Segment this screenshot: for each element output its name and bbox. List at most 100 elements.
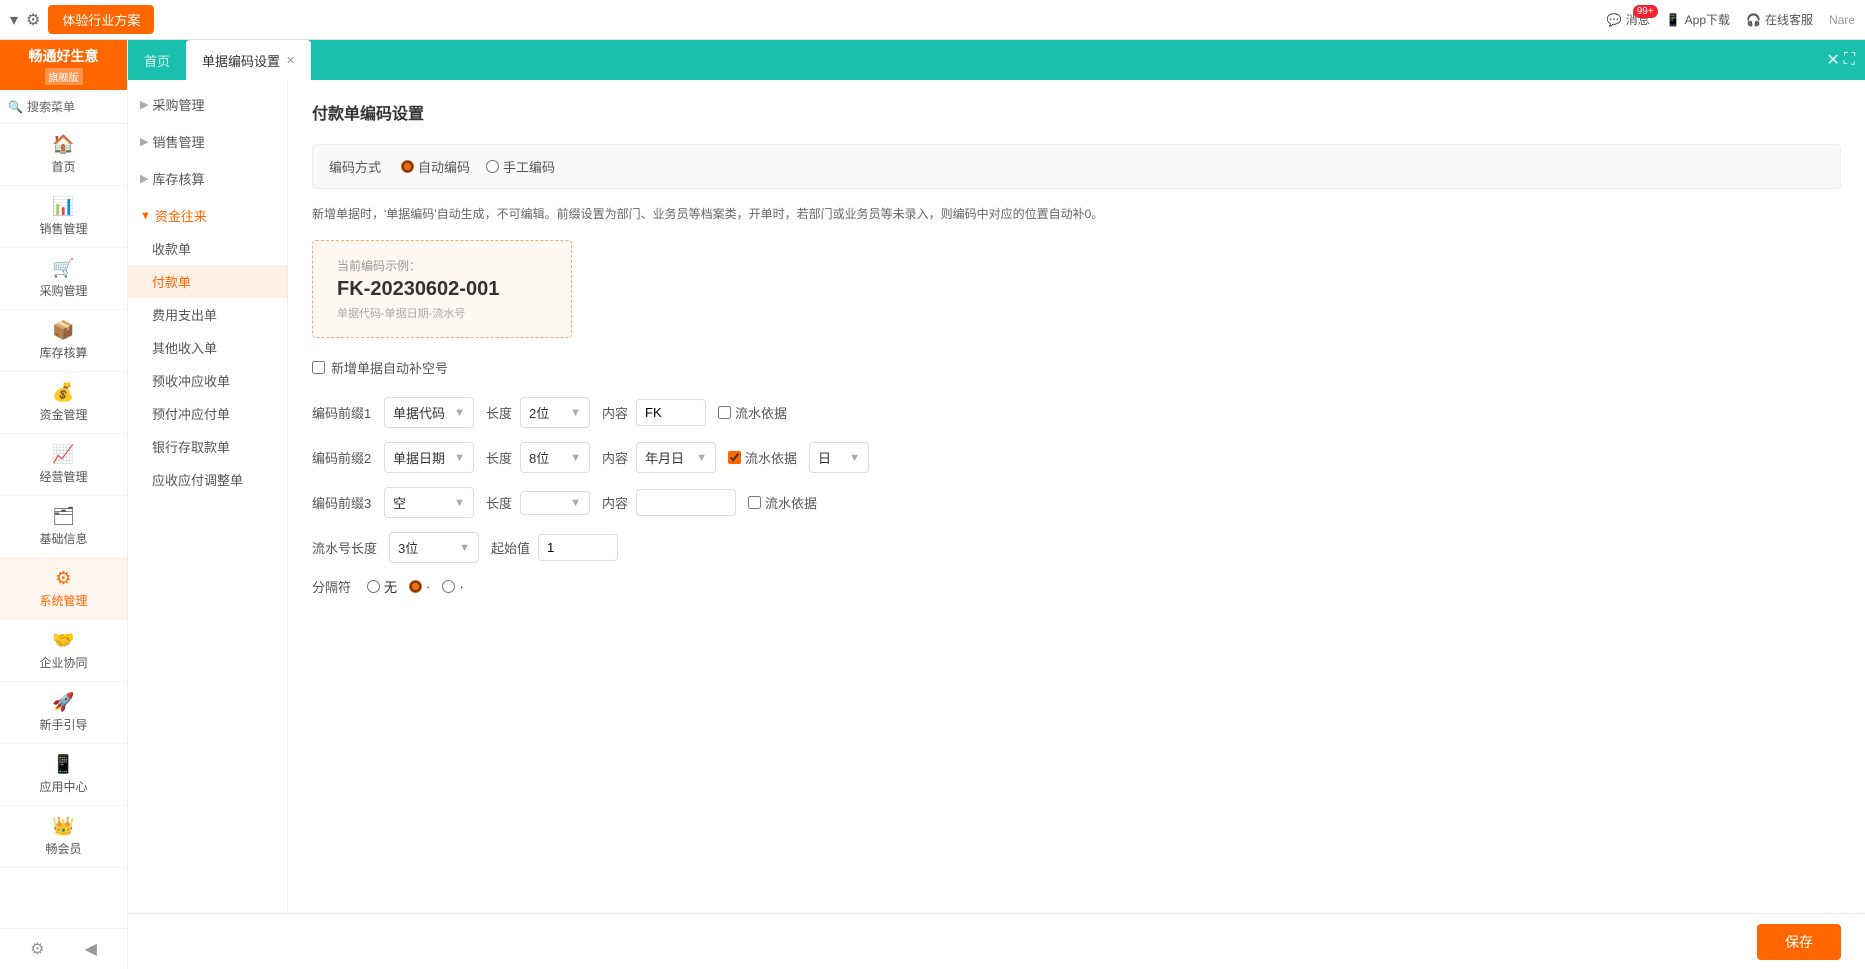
tab-home-label: 首页 <box>144 51 170 70</box>
sep-none-radio[interactable] <box>367 580 380 593</box>
sidebar-settings-btn[interactable]: ⚙ <box>30 939 44 959</box>
message-button[interactable]: 💬 消息 99+ <box>1607 11 1650 28</box>
trial-button[interactable]: 体验行业方案 <box>48 5 154 34</box>
serial-length-value: 3位 <box>398 538 418 557</box>
stream3-check-label[interactable]: 流水依据 <box>748 493 817 512</box>
content2-value: 年月日 <box>645 448 684 467</box>
sidebar-item-home-label: 首页 <box>51 158 75 175</box>
subnav-item-adjust[interactable]: 应收应付调整单 <box>128 463 287 496</box>
sidebar-item-finance[interactable]: 💰 资金管理 <box>0 372 127 434</box>
sep-dot-option[interactable]: · <box>409 579 430 594</box>
content1-label: 内容 <box>602 403 628 422</box>
prefix1-select[interactable]: 单据代码 ▼ <box>384 397 474 428</box>
sidebar-search[interactable]: 🔍 搜索菜单 <box>0 90 127 124</box>
content2-group: 内容 年月日 ▼ <box>602 442 716 473</box>
logo-main-text: 畅通好生意 <box>29 46 99 66</box>
tab-close-icon[interactable]: ✕ <box>286 54 295 67</box>
sidebar-item-newguide-label: 新手引导 <box>39 716 87 733</box>
sidebar-item-vip[interactable]: 👑 畅会员 <box>0 806 127 868</box>
subnav-item-prepay-recv[interactable]: 预收冲应收单 <box>128 364 287 397</box>
sidebar-collapse-btn[interactable]: ◀ <box>85 939 97 959</box>
subnav-group-purchase-title[interactable]: ▶ 采购管理 <box>128 88 287 121</box>
subnav-item-receipt[interactable]: 收款单 <box>128 232 287 265</box>
download-icon: 📱 <box>1666 13 1681 27</box>
subnav-item-bank[interactable]: 银行存取款单 <box>128 430 287 463</box>
prefix-row-1: 编码前缀1 单据代码 ▼ 长度 2位 ▼ 内容 <box>312 397 1841 428</box>
subnav-group-sales-label: 销售管理 <box>152 132 204 151</box>
start-value-input[interactable] <box>538 534 618 561</box>
tab-home[interactable]: 首页 <box>128 40 186 80</box>
newguide-icon: 🚀 <box>52 692 74 713</box>
sep-dot-radio[interactable] <box>409 580 422 593</box>
user-info[interactable]: Nare <box>1829 13 1855 27</box>
purchase-icon: 🛒 <box>52 258 74 279</box>
tab-encode-setting[interactable]: 单据编码设置 ✕ <box>186 40 311 80</box>
finance-icon: 💰 <box>52 382 74 403</box>
length3-select[interactable]: ▼ <box>520 491 590 515</box>
sidebar-item-appcenter[interactable]: 📱 应用中心 <box>0 744 127 806</box>
stream1-checkbox[interactable] <box>718 406 731 419</box>
save-button[interactable]: 保存 <box>1757 924 1841 960</box>
sep-none-option[interactable]: 无 <box>367 577 397 596</box>
sidebar-item-basicinfo-label: 基础信息 <box>39 530 87 547</box>
length2-label: 长度 <box>486 448 512 467</box>
sidebar-item-newguide[interactable]: 🚀 新手引导 <box>0 682 127 744</box>
subnav-item-payment[interactable]: 付款单 <box>128 265 287 298</box>
serial-length-select[interactable]: 3位 ▼ <box>389 532 479 563</box>
prefix2-select[interactable]: 单据日期 ▼ <box>384 442 474 473</box>
content2-chevron-icon: ▼ <box>696 452 707 464</box>
prefix3-select[interactable]: 空 ▼ <box>384 487 474 518</box>
stream3-label: 流水依据 <box>765 493 817 512</box>
content2-label: 内容 <box>602 448 628 467</box>
app-download-button[interactable]: 📱 App下载 <box>1666 11 1730 28</box>
prefix-row-3: 编码前缀3 空 ▼ 长度 ▼ 内容 <box>312 487 1841 518</box>
date-unit-select[interactable]: 日 ▼ <box>809 442 869 473</box>
tab-expand-button[interactable]: ⛶ <box>1844 51 1855 69</box>
auto-fill-checkbox[interactable] <box>312 361 325 374</box>
sidebar-item-system[interactable]: ⚙ 系统管理 <box>0 558 127 620</box>
sep-dot2-option[interactable]: · <box>442 579 463 594</box>
stream3-checkbox[interactable] <box>748 496 761 509</box>
sidebar-item-inventory[interactable]: 📦 库存核算 <box>0 310 127 372</box>
separator-options: 无 · · <box>367 577 464 596</box>
length2-select[interactable]: 8位 ▼ <box>520 442 590 473</box>
sidebar-item-operations[interactable]: 📈 经营管理 <box>0 434 127 496</box>
content3-input[interactable] <box>636 489 736 516</box>
online-service-button[interactable]: 🎧 在线客服 <box>1746 11 1813 28</box>
sidebar-item-purchase[interactable]: 🛒 采购管理 <box>0 248 127 310</box>
dropdown-icon[interactable]: ▾ <box>10 10 18 30</box>
auto-code-radio[interactable] <box>401 160 414 173</box>
auto-code-option[interactable]: 自动编码 <box>401 157 470 176</box>
sub-nav: ▶ 采购管理 ▶ 销售管理 ▶ 库存核算 <box>128 80 288 913</box>
stream2-check-label[interactable]: 流水依据 <box>728 448 797 467</box>
prefix2-chevron-icon: ▼ <box>454 452 465 464</box>
content2-select[interactable]: 年月日 ▼ <box>636 442 716 473</box>
sidebar-item-basicinfo[interactable]: 🗂 基础信息 <box>0 496 127 558</box>
sidebar-item-enterprise[interactable]: 🤝 企业协同 <box>0 620 127 682</box>
sep-dot2-radio[interactable] <box>442 580 455 593</box>
subnav-group-sales-title[interactable]: ▶ 销售管理 <box>128 125 287 158</box>
subnav-item-expense[interactable]: 费用支出单 <box>128 298 287 331</box>
stream2-checkbox[interactable] <box>728 451 741 464</box>
content3-group: 内容 <box>602 489 736 516</box>
stream1-check-label[interactable]: 流水依据 <box>718 403 787 422</box>
manual-code-radio[interactable] <box>486 160 499 173</box>
subnav-group-capital-title[interactable]: ▼ 资金往来 <box>128 199 287 232</box>
subnav-item-other-income[interactable]: 其他收入单 <box>128 331 287 364</box>
content1-input[interactable] <box>636 399 706 426</box>
tab-shrink-button[interactable]: ✕ <box>1826 50 1839 70</box>
code-preview-label: 当前编码示例： <box>337 257 547 274</box>
prefix1-chevron-icon: ▼ <box>454 407 465 419</box>
app-download-label: App下载 <box>1685 11 1730 28</box>
sidebar-item-purchase-label: 采购管理 <box>39 282 87 299</box>
subnav-group-purchase: ▶ 采购管理 <box>128 88 287 121</box>
manual-code-option[interactable]: 手工编码 <box>486 157 555 176</box>
gear-button[interactable]: ⚙ <box>26 10 40 30</box>
length3-chevron-icon: ▼ <box>570 497 581 509</box>
subnav-group-inventory-title[interactable]: ▶ 库存核算 <box>128 162 287 195</box>
subnav-item-prepay-pay[interactable]: 预付冲应付单 <box>128 397 287 430</box>
sidebar-item-home[interactable]: 🏠 首页 <box>0 124 127 186</box>
length1-select[interactable]: 2位 ▼ <box>520 397 590 428</box>
sidebar-item-sales[interactable]: 📊 销售管理 <box>0 186 127 248</box>
chevron-right-icon2: ▶ <box>140 135 148 148</box>
